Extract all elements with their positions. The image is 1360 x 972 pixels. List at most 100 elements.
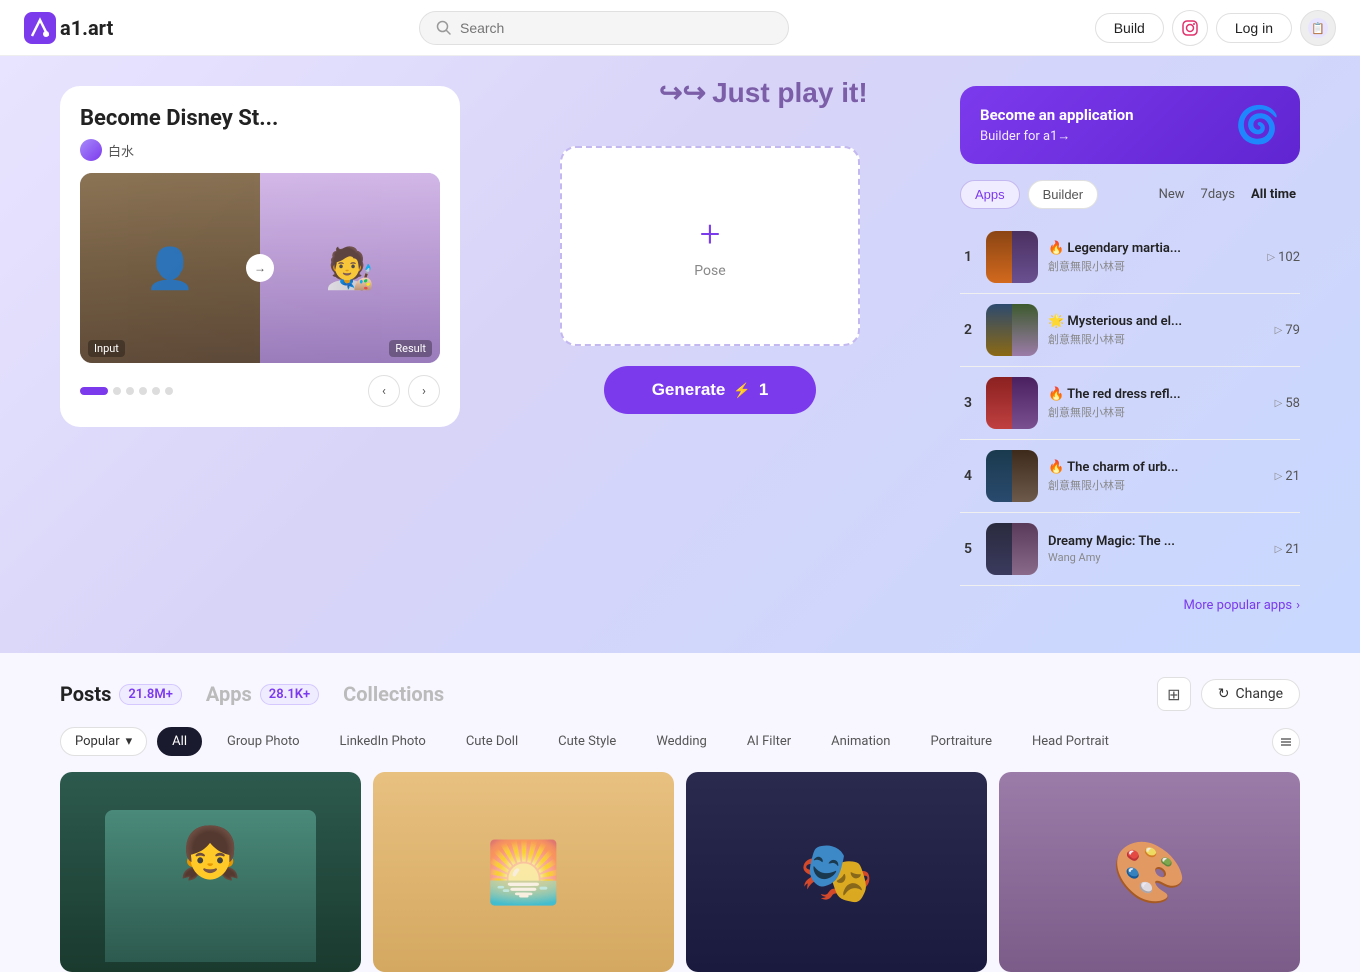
promo-icon: 🌀 [1235,104,1280,146]
search-bar[interactable] [419,11,789,45]
filter-tag-wedding[interactable]: Wedding [641,727,722,756]
more-apps-label: More popular apps [1184,598,1293,613]
layout-button[interactable]: ⊞ [1157,677,1191,711]
filter-tag-cute-doll[interactable]: Cute Doll [451,727,533,756]
instagram-button[interactable] [1172,10,1208,46]
app-item-1[interactable]: 1 🔥 Legendary martia... 創意無限小林哥 ▷ 102 [960,221,1300,294]
filter-tag-ai-filter[interactable]: AI Filter [732,727,806,756]
grid-item-1[interactable]: 👧 [60,772,361,972]
app-thumb-1 [986,231,1038,283]
change-icon: ↻ [1218,686,1230,702]
middle-panel: + Pose Generate ⚡ 1 [480,86,940,414]
filter-more-button[interactable] [1272,728,1300,756]
avatar-icon: 📋 [1308,18,1328,38]
dot-3[interactable] [126,387,134,395]
app-info-1: 🔥 Legendary martia... 創意無限小林哥 [1048,241,1257,274]
dot-5[interactable] [152,387,160,395]
post-tab-posts[interactable]: Posts21.8M+ [60,682,182,706]
promo-card[interactable]: Become an application Builder for a1→ 🌀 [960,86,1300,164]
tab-builder[interactable]: Builder [1028,180,1098,209]
posts-nav-right: ⊞ ↻ Change [1157,677,1300,711]
post-tab-collections[interactable]: Collections [343,682,444,706]
right-panel: Become an application Builder for a1→ 🌀 … [960,86,1300,613]
filter-tag-portraiture[interactable]: Portraiture [915,727,1007,756]
app-author-3: 創意無限小林哥 [1048,404,1265,420]
avatar-button[interactable]: 📋 [1300,10,1336,46]
generate-button[interactable]: Generate ⚡ 1 [604,366,817,414]
dot-1[interactable] [80,387,108,395]
app-thumb-4 [986,450,1038,502]
filter-tag-cute-style[interactable]: Cute Style [543,727,631,756]
filter-new[interactable]: New [1155,185,1189,204]
hero-section: ↩↩ Just play it! Become Disney St... 白水 … [0,56,1360,653]
play-icon-1: ▷ [1267,252,1275,263]
posts-section: Posts21.8M+ Apps28.1K+ Collections ⊞ ↻ Cha… [0,653,1360,972]
filter-dropdown[interactable]: Popular ▾ [60,727,147,756]
filter-row: Popular ▾ All Group Photo LinkedIn Photo Cu… [60,727,1300,756]
play-icon-2: ▷ [1275,325,1283,336]
dot-2[interactable] [113,387,121,395]
author-row: 白水 [80,139,440,161]
nav-arrows: ‹ › [368,375,440,407]
dot-6[interactable] [165,387,173,395]
app-author-4: 創意無限小林哥 [1048,477,1265,493]
post-tab-label-1: Apps [206,682,252,706]
app-author-1: 創意無限小林哥 [1048,258,1257,274]
app-info-2: 🌟 Mysterious and el... 創意無限小林哥 [1048,314,1265,347]
app-info-3: 🔥 The red dress refl... 創意無限小林哥 [1048,387,1265,420]
grid-item-4[interactable]: 🎨 [999,772,1300,972]
filter-alltime[interactable]: All time [1247,185,1300,204]
app-title-3: 🔥 The red dress refl... [1048,387,1265,402]
play-count-2: 79 [1285,323,1300,338]
play-count-3: 58 [1285,396,1300,411]
tagline-text: Just play it! [712,77,868,109]
filter-tag-all[interactable]: All [157,727,202,756]
input-label: Input [88,340,125,357]
app-thumb-2 [986,304,1038,356]
filter-tag-group-photo[interactable]: Group Photo [212,727,315,756]
app-item-5[interactable]: 5 Dreamy Magic: The ... Wang Amy ▷ 21 [960,513,1300,586]
prev-arrow[interactable]: ‹ [368,375,400,407]
tab-apps[interactable]: Apps [960,180,1020,209]
app-item-3[interactable]: 3 🔥 The red dress refl... 創意無限小林哥 ▷ 58 [960,367,1300,440]
filter-tag-head-portrait[interactable]: Head Portrait [1017,727,1124,756]
next-arrow[interactable]: › [408,375,440,407]
app-rank-5: 5 [960,541,976,557]
pose-upload-box[interactable]: + Pose [560,146,860,346]
search-input[interactable] [460,20,772,36]
comparison-left: 👤 Input [80,173,260,363]
app-plays-5: ▷ 21 [1275,542,1300,557]
change-button[interactable]: ↻ Change [1201,679,1300,709]
app-author-2: 創意無限小林哥 [1048,331,1265,347]
build-button[interactable]: Build [1095,13,1164,43]
instagram-icon [1181,19,1199,37]
app-title-2: 🌟 Mysterious and el... [1048,314,1265,329]
filter-tag-animation[interactable]: Animation [816,727,905,756]
dots-nav-row: ‹ › [80,375,440,407]
app-info-4: 🔥 The charm of urb... 創意無限小林哥 [1048,460,1265,493]
header: a1.art Build Log in 📋 [0,0,1360,56]
play-icon-5: ▷ [1275,544,1283,555]
app-plays-3: ▷ 58 [1275,396,1300,411]
login-button[interactable]: Log in [1216,13,1292,43]
filter-7days[interactable]: 7days [1197,185,1239,204]
more-apps-link[interactable]: More popular apps › [960,598,1300,613]
app-item-4[interactable]: 4 🔥 The charm of urb... 創意無限小林哥 ▷ 21 [960,440,1300,513]
search-icon [436,20,452,36]
logo[interactable]: a1.art [24,12,113,44]
app-thumb-5 [986,523,1038,575]
dot-4[interactable] [139,387,147,395]
filter-tag-linkedin-photo[interactable]: LinkedIn Photo [325,727,441,756]
grid-item-2[interactable]: 🌅 [373,772,674,972]
pose-label: Pose [694,263,725,279]
app-plays-2: ▷ 79 [1275,323,1300,338]
app-info-5: Dreamy Magic: The ... Wang Amy [1048,534,1265,564]
comparison-right: 🧑‍🎨 Result [260,173,440,363]
app-plays-1: ▷ 102 [1267,250,1300,265]
grid-item-3[interactable]: 🎭 [686,772,987,972]
left-panel-title: Become Disney St... [80,106,440,131]
lightning-icon: ⚡ [733,382,750,399]
app-item-2[interactable]: 2 🌟 Mysterious and el... 創意無限小林哥 ▷ 79 [960,294,1300,367]
post-tab-apps[interactable]: Apps28.1K+ [206,682,319,706]
pose-plus-icon: + [700,213,720,255]
